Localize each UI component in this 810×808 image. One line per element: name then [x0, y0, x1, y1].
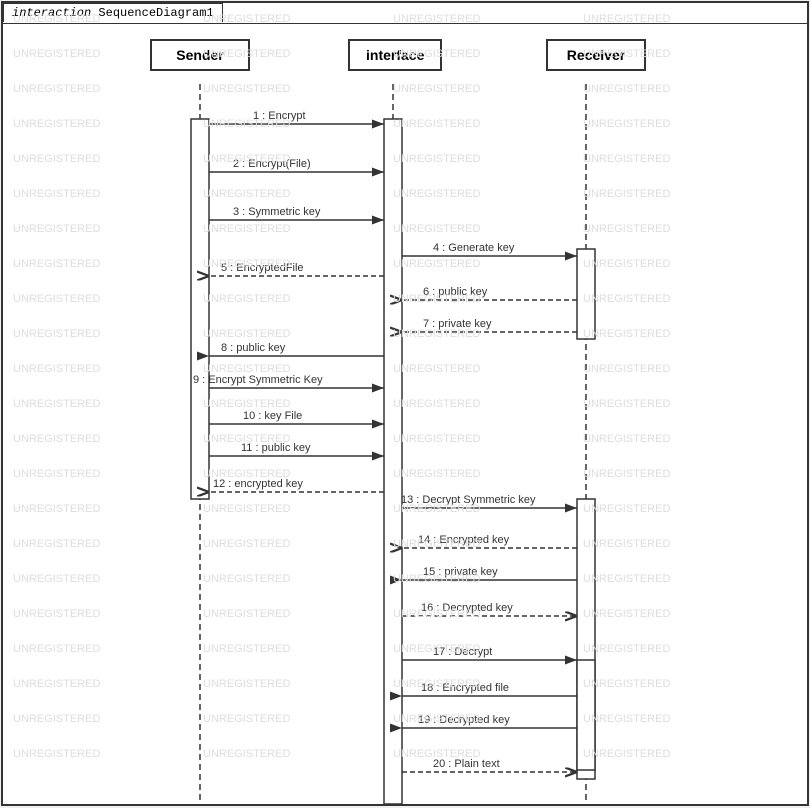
svg-text:1 : Encrypt: 1 : Encrypt: [253, 110, 306, 122]
svg-text:14 : Encrypted key: 14 : Encrypted key: [418, 534, 510, 546]
svg-text:11 : public key: 11 : public key: [241, 442, 311, 454]
svg-text:6 : public key: 6 : public key: [423, 286, 488, 298]
svg-text:16 : Decrypted key: 16 : Decrypted key: [421, 602, 513, 614]
svg-text:18 : Encrypted file: 18 : Encrypted file: [421, 682, 509, 694]
svg-text:10 : key File: 10 : key File: [243, 410, 302, 422]
svg-text:2 : Encrypt(File): 2 : Encrypt(File): [233, 158, 311, 170]
title-tab: interaction SequenceDiagram1: [3, 3, 223, 22]
svg-text:17 : Decrypt: 17 : Decrypt: [433, 646, 492, 658]
svg-text:9 : Encrypt Symmetric Key: 9 : Encrypt Symmetric Key: [193, 374, 323, 386]
svg-text:19 : Decrypted key: 19 : Decrypted key: [418, 714, 510, 726]
svg-text:12 : encrypted key: 12 : encrypted key: [213, 478, 303, 490]
title-keyword: interaction: [12, 6, 91, 20]
title-name: SequenceDiagram1: [98, 6, 213, 20]
svg-text:15 : private key: 15 : private key: [423, 566, 498, 578]
svg-text:3 : Symmetric key: 3 : Symmetric key: [233, 206, 321, 218]
svg-text:8 : public key: 8 : public key: [221, 342, 286, 354]
svg-text:5 : EncryptedFile: 5 : EncryptedFile: [221, 262, 304, 274]
diagram-container: const wmParent = document.querySelector(…: [1, 1, 809, 806]
svg-text:20 : Plain text: 20 : Plain text: [433, 758, 500, 770]
svg-text:7 : private key: 7 : private key: [423, 318, 492, 330]
sequence-diagram-svg: 1 : Encrypt 2 : Encrypt(File) 3 : Symmet…: [3, 24, 807, 804]
svg-text:13 : Decrypt Symmetric key: 13 : Decrypt Symmetric key: [401, 494, 536, 506]
diagram-area: Sender interface Receiver: [3, 23, 807, 804]
svg-text:4 : Generate key: 4 : Generate key: [433, 242, 515, 254]
